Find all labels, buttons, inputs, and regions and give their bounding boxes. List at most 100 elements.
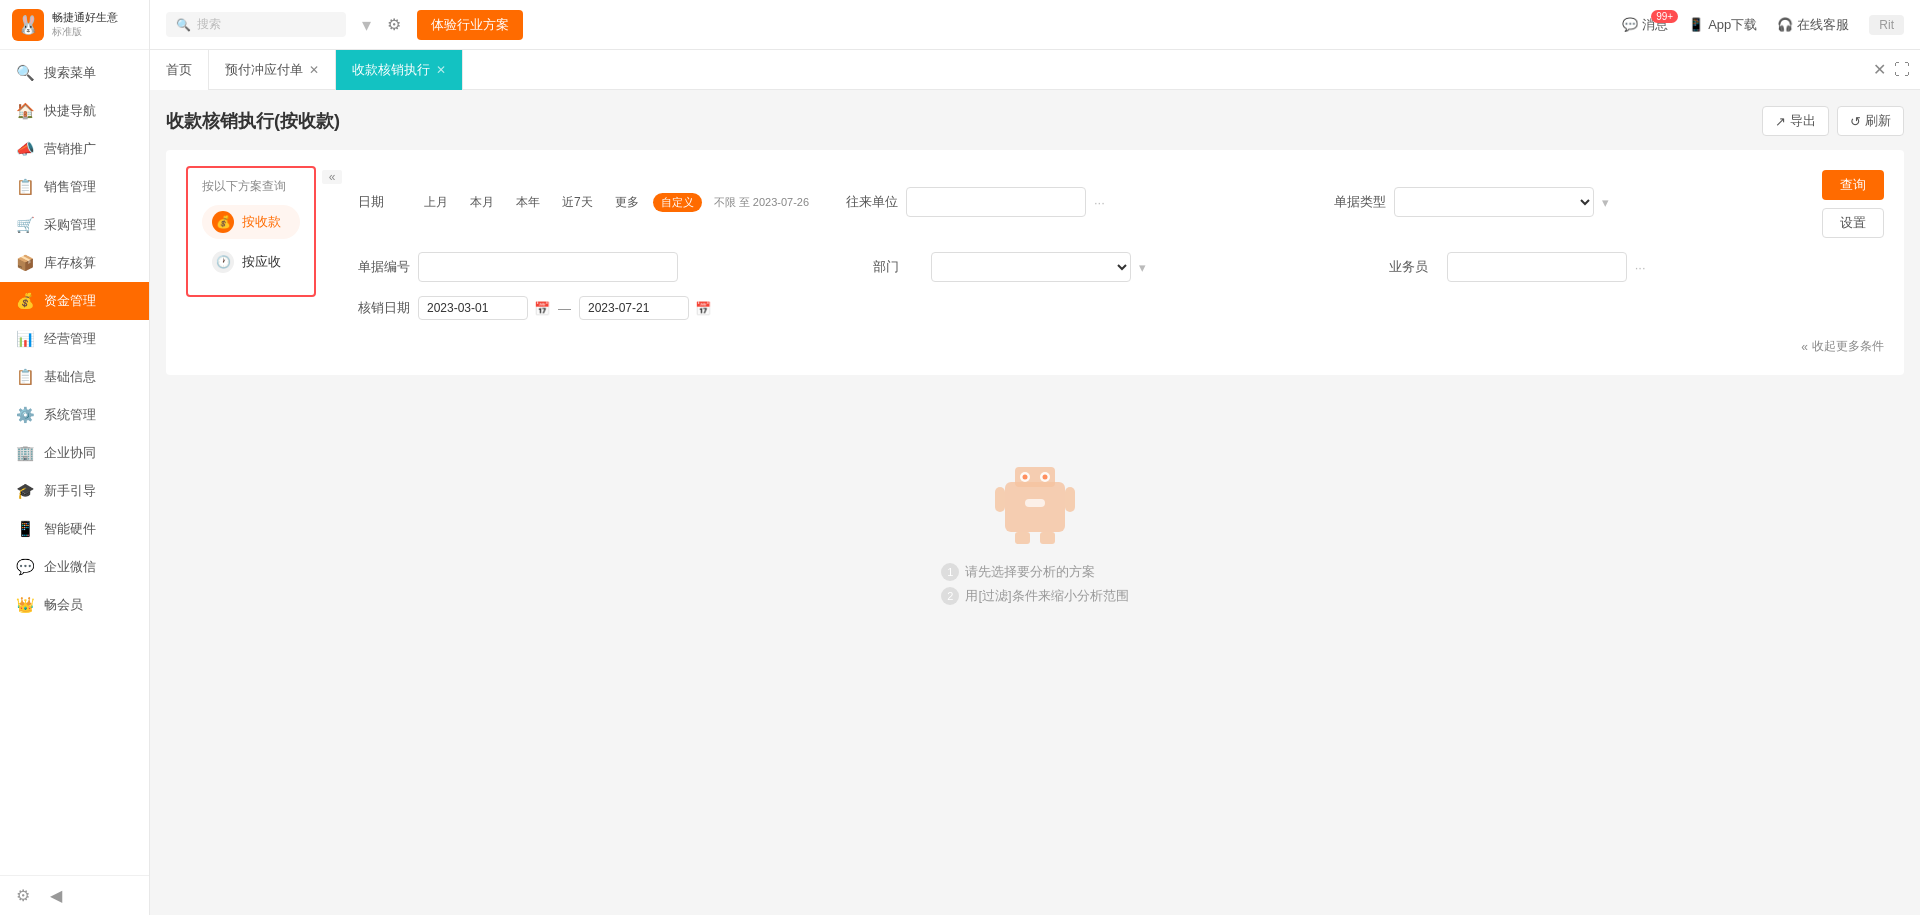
topbar-username[interactable]: Rit [1869, 15, 1904, 35]
salesperson-more-icon[interactable]: ··· [1635, 260, 1646, 275]
svg-rect-8 [1065, 487, 1075, 512]
sidebar-item-enterprise[interactable]: 🏢 企业协同 [0, 434, 149, 472]
wechat-biz-icon: 💬 [16, 558, 34, 576]
topbar-message-btn[interactable]: 💬 消息 99+ [1622, 16, 1668, 34]
sidebar-item-label: 营销推广 [44, 140, 96, 158]
logo-icon: 🐰 [12, 9, 44, 41]
logo-name: 畅捷通好生意 [52, 10, 118, 24]
sidebar-nav: 🔍 搜索菜单 🏠 快捷导航 📣 营销推广 📋 销售管理 🛒 采购管理 📦 库存核… [0, 50, 149, 875]
date-btn-this-year[interactable]: 本年 [508, 191, 548, 214]
date-btn-this-month[interactable]: 本月 [462, 191, 502, 214]
settings-btn[interactable]: 设置 [1822, 208, 1884, 238]
offset-date-to-group: 📅 [579, 296, 711, 320]
offset-date-from-input[interactable] [418, 296, 528, 320]
docno-label: 单据编号 [358, 258, 410, 276]
sidebar-item-label: 库存核算 [44, 254, 96, 272]
sidebar-item-member[interactable]: 👑 畅会员 [0, 586, 149, 624]
sidebar-item-sys-mgmt[interactable]: ⚙️ 系统管理 [0, 396, 149, 434]
sidebar-item-inventory[interactable]: 📦 库存核算 [0, 244, 149, 282]
tab-home[interactable]: 首页 [150, 50, 209, 90]
empty-illustration [975, 447, 1095, 547]
step2-text: 用[过滤]条件来缩小分析范围 [965, 587, 1128, 605]
filter-scheme-selector: 按以下方案查询 💰 按收款 🕐 按应收 [186, 166, 316, 297]
svg-point-4 [1023, 475, 1028, 480]
filter-option-by-receivable[interactable]: 🕐 按应收 [202, 245, 300, 279]
doc-type-label: 单据类型 [1334, 193, 1386, 211]
tab-prepay-offset-close[interactable]: ✕ [309, 63, 319, 77]
tab-collection-offset-close[interactable]: ✕ [436, 63, 446, 77]
doc-type-select[interactable] [1394, 187, 1594, 217]
sidebar-item-label: 基础信息 [44, 368, 96, 386]
sidebar-item-label: 新手引导 [44, 482, 96, 500]
salesperson-input[interactable] [1447, 252, 1627, 282]
sidebar-settings-icon[interactable]: ⚙ [16, 886, 30, 905]
topbar-service[interactable]: 🎧 在线客服 [1777, 16, 1849, 34]
topbar-right: 💬 消息 99+ 📱 App下载 🎧 在线客服 Rit [1622, 15, 1904, 35]
sidebar-item-purchase[interactable]: 🛒 采购管理 [0, 206, 149, 244]
date-separator: — [558, 301, 571, 316]
sidebar-item-wechat-biz[interactable]: 💬 企业微信 [0, 548, 149, 586]
sidebar-item-smart-hw[interactable]: 📱 智能硬件 [0, 510, 149, 548]
offset-date-to-calendar-icon[interactable]: 📅 [695, 301, 711, 316]
date-btn-more[interactable]: 更多 [607, 191, 647, 214]
sidebar-item-marketing[interactable]: 📣 营销推广 [0, 130, 149, 168]
date-btn-7days[interactable]: 近7天 [554, 191, 601, 214]
sidebar-item-label: 销售管理 [44, 178, 96, 196]
tab-prepay-offset-label: 预付冲应付单 [225, 61, 303, 79]
page-title-bar: 收款核销执行(按收款) ↗ 导出 ↺ 刷新 [166, 106, 1904, 136]
date-btn-prev-month[interactable]: 上月 [416, 191, 456, 214]
filter-actions: 查询 设置 [1822, 166, 1884, 238]
filter-fields: 日期 上月 本月 本年 近7天 更多 自定义 不限 至 2023-07-26 往… [358, 166, 1884, 359]
message-icon: 💬 [1622, 17, 1638, 32]
sidebar-item-search-menu[interactable]: 🔍 搜索菜单 [0, 54, 149, 92]
more-conditions-btn[interactable]: « 收起更多条件 [1801, 334, 1884, 359]
sidebar-collapse-icon[interactable]: ◀ [50, 886, 62, 905]
search-menu-icon: 🔍 [16, 64, 34, 82]
filter-offset-date-field: 核销日期 📅 — 📅 [358, 296, 1884, 320]
topbar-app-download[interactable]: 📱 App下载 [1688, 16, 1757, 34]
sidebar: 🐰 畅捷通好生意 标准版 🔍 搜索菜单 🏠 快捷导航 📣 营销推广 📋 销售管理… [0, 0, 150, 915]
page-actions: ↗ 导出 ↺ 刷新 [1762, 106, 1904, 136]
sidebar-item-finance[interactable]: 💰 资金管理 [0, 282, 149, 320]
sidebar-item-biz-mgmt[interactable]: 📊 经营管理 [0, 320, 149, 358]
sidebar-item-quick-nav[interactable]: 🏠 快捷导航 [0, 92, 149, 130]
svg-rect-10 [1040, 532, 1055, 544]
sidebar-item-label: 畅会员 [44, 596, 83, 614]
topbar-settings-icon[interactable]: ⚙ [387, 15, 401, 34]
export-btn[interactable]: ↗ 导出 [1762, 106, 1829, 136]
sidebar-item-guide[interactable]: 🎓 新手引导 [0, 472, 149, 510]
tabs-bar: 首页 预付冲应付单 ✕ 收款核销执行 ✕ ✕ ⛶ [150, 50, 1920, 90]
service-icon: 🎧 [1777, 17, 1793, 32]
query-btn[interactable]: 查询 [1822, 170, 1884, 200]
enterprise-icon: 🏢 [16, 444, 34, 462]
sidebar-item-basic-info[interactable]: 📋 基础信息 [0, 358, 149, 396]
customer-more-icon[interactable]: ··· [1094, 195, 1105, 210]
refresh-btn[interactable]: ↺ 刷新 [1837, 106, 1904, 136]
member-icon: 👑 [16, 596, 34, 614]
date-btn-custom[interactable]: 自定义 [653, 193, 702, 212]
dept-select[interactable] [931, 252, 1131, 282]
offset-date-from-calendar-icon[interactable]: 📅 [534, 301, 550, 316]
offset-date-to-input[interactable] [579, 296, 689, 320]
filter-option-by-collection[interactable]: 💰 按收款 [202, 205, 300, 239]
topbar-search[interactable]: 🔍 搜索 [166, 12, 346, 37]
finance-icon: 💰 [16, 292, 34, 310]
purchase-icon: 🛒 [16, 216, 34, 234]
industry-solution-btn[interactable]: 体验行业方案 [417, 10, 523, 40]
docno-input[interactable] [418, 252, 678, 282]
tab-prepay-offset[interactable]: 预付冲应付单 ✕ [209, 50, 336, 90]
date-filter: 上月 本月 本年 近7天 更多 自定义 [416, 191, 702, 214]
tab-collection-offset[interactable]: 收款核销执行 ✕ [336, 50, 463, 90]
sidebar-item-sales[interactable]: 📋 销售管理 [0, 168, 149, 206]
page-title: 收款核销执行(按收款) [166, 109, 340, 133]
tab-fullscreen-btn[interactable]: ⛶ [1894, 61, 1910, 79]
filter-collapse-btn[interactable]: « [322, 170, 342, 184]
offset-date-label: 核销日期 [358, 299, 410, 317]
tab-close-all-btn[interactable]: ✕ [1873, 60, 1886, 79]
sidebar-item-label: 搜索菜单 [44, 64, 96, 82]
main-area: 🔍 搜索 ▾ ⚙ 体验行业方案 💬 消息 99+ 📱 App下载 🎧 在线客服 … [150, 0, 1920, 915]
customer-input[interactable] [906, 187, 1086, 217]
inventory-icon: 📦 [16, 254, 34, 272]
biz-mgmt-icon: 📊 [16, 330, 34, 348]
sidebar-item-label: 企业协同 [44, 444, 96, 462]
